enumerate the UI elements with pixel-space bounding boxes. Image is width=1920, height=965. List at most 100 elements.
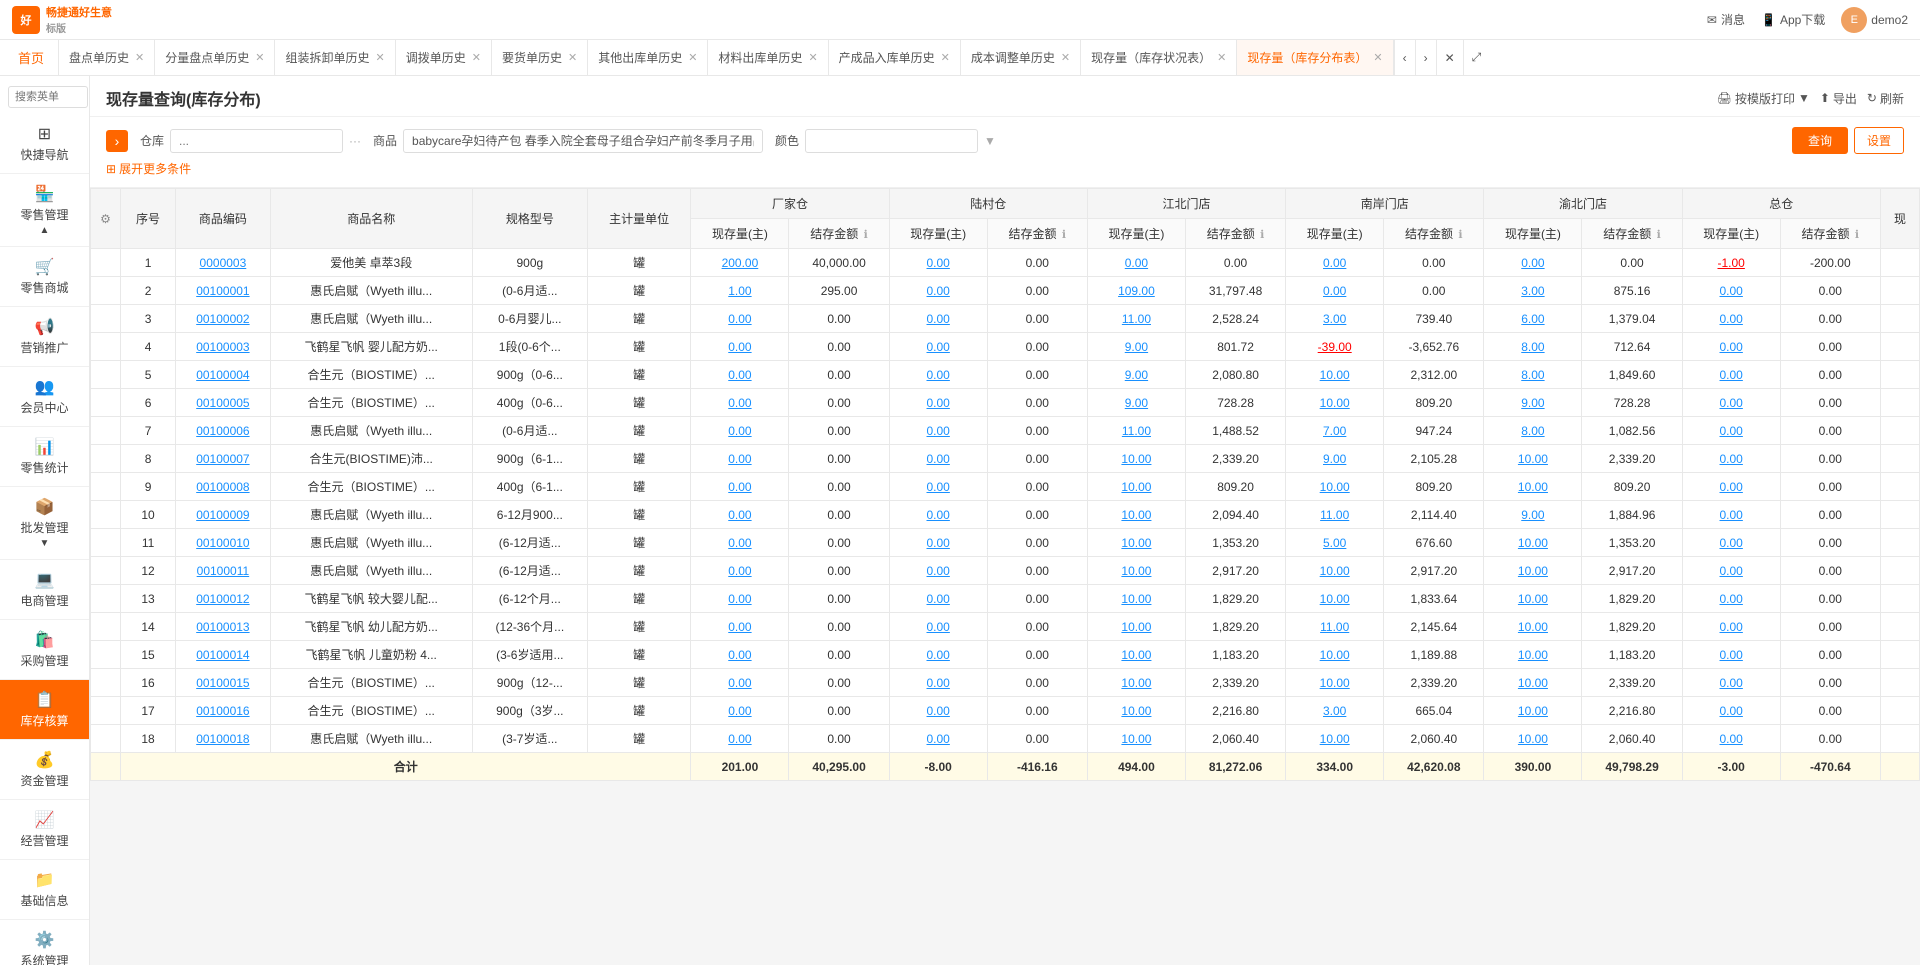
- tab-close-8[interactable]: ✕: [1061, 51, 1070, 64]
- message-btn[interactable]: ✉ 消息: [1707, 11, 1745, 28]
- tab-pandian[interactable]: 盘点单历史 ✕: [59, 40, 155, 76]
- tab-home[interactable]: 首页: [4, 40, 59, 76]
- row-c5-amt: 2,339.20: [1582, 669, 1682, 697]
- row-c4-qty: 10.00: [1286, 473, 1384, 501]
- row-code: 00100010: [176, 529, 271, 557]
- sidebar-item-tongji[interactable]: 📊 零售统计: [0, 427, 89, 487]
- row-settings: [91, 361, 121, 389]
- app-download-btn[interactable]: 📱 App下载: [1761, 11, 1825, 28]
- gear-icon[interactable]: ⚙: [100, 212, 111, 226]
- color-input[interactable]: [805, 129, 978, 153]
- row-c5-amt: 809.20: [1582, 473, 1682, 501]
- row-index: 15: [121, 641, 176, 669]
- row-c5-qty: 3.00: [1484, 277, 1582, 305]
- row-c4-amt: 2,339.20: [1384, 669, 1484, 697]
- sidebar-item-shangcheng[interactable]: 🛒 零售商城: [0, 247, 89, 307]
- expand-conditions-btn[interactable]: ⊞ 展开更多条件: [106, 160, 191, 177]
- row-c1-amt: 0.00: [789, 333, 889, 361]
- warehouse-label: 仓库: [140, 132, 164, 149]
- tab-close-2[interactable]: ✕: [376, 51, 385, 64]
- tab-close-3[interactable]: ✕: [472, 51, 481, 64]
- row-c2-amt: 0.00: [987, 277, 1087, 305]
- row-c3-qty: 11.00: [1087, 417, 1185, 445]
- row-spec: (12-36个月...: [472, 613, 587, 641]
- tab-diaobo[interactable]: 调拨单历史 ✕: [396, 40, 492, 76]
- c3-amt-info[interactable]: ℹ: [1260, 229, 1264, 241]
- tab-yaohuo[interactable]: 要货单历史 ✕: [492, 40, 588, 76]
- query-button[interactable]: 查询: [1792, 127, 1848, 154]
- tab-close-6[interactable]: ✕: [808, 51, 817, 64]
- row-spec: (0-6月适...: [472, 277, 587, 305]
- print-btn[interactable]: 🖨 按模版打印 ▼: [1717, 90, 1810, 107]
- setting-button[interactable]: 设置: [1854, 127, 1904, 154]
- tab-close-9[interactable]: ✕: [1217, 51, 1226, 64]
- tab-qita-chuku[interactable]: 其他出库单历史 ✕: [588, 40, 708, 76]
- tab-xiancunliang-fenbu[interactable]: 现存量（库存分布表） ✕: [1237, 40, 1393, 76]
- sidebar-item-kucun[interactable]: 📋 库存核算: [0, 680, 89, 740]
- c2-amt-info[interactable]: ℹ: [1062, 229, 1066, 241]
- row-t-qty: 0.00: [1682, 529, 1780, 557]
- tab-expand-btn[interactable]: ⤢: [1463, 40, 1490, 76]
- tab-close-all-btn[interactable]: ✕: [1436, 40, 1463, 76]
- row-name: 飞鹤星飞帆 儿童奶粉 4...: [270, 641, 472, 669]
- lingshou-icon: 🏪: [35, 184, 55, 204]
- t-amt-info[interactable]: ℹ: [1855, 229, 1859, 241]
- tab-cailiao-chuku[interactable]: 材料出库单历史 ✕: [708, 40, 828, 76]
- goods-input[interactable]: [403, 129, 763, 153]
- user-area[interactable]: E demo2: [1841, 7, 1908, 33]
- tab-close-0[interactable]: ✕: [135, 51, 144, 64]
- sidebar-item-caigou[interactable]: 🛍️ 采购管理: [0, 620, 89, 680]
- row-t-amt: 0.00: [1780, 641, 1880, 669]
- tab-xiancunliang-kuang[interactable]: 现存量（库存状况表） ✕: [1081, 40, 1237, 76]
- sidebar-item-zijin[interactable]: 💰 资金管理: [0, 740, 89, 800]
- refresh-btn[interactable]: ↻ 刷新: [1867, 90, 1904, 107]
- row-c4-qty: 10.00: [1286, 669, 1384, 697]
- page-title-bar: 现存量查询(库存分布) 🖨 按模版打印 ▼ ⬆ 导出 ↻ 刷新: [90, 76, 1920, 117]
- tab-prev-btn[interactable]: ‹: [1394, 40, 1415, 76]
- sidebar-item-lingshou[interactable]: 🏪 零售管理 ▲: [0, 174, 89, 247]
- row-c3-amt: 1,353.20: [1185, 529, 1285, 557]
- export-icon: ⬆: [1820, 91, 1830, 105]
- c4-amt-info[interactable]: ℹ: [1458, 229, 1462, 241]
- c1-amt-info[interactable]: ℹ: [864, 229, 868, 241]
- filter-collapse-btn[interactable]: ›: [106, 130, 128, 152]
- row-t-qty: -1.00: [1682, 249, 1780, 277]
- table-row: 8 00100007 合生元(BIOSTIME)沛... 900g（6-1...…: [91, 445, 1920, 473]
- tab-fenliang[interactable]: 分量盘点单历史 ✕: [155, 40, 275, 76]
- tab-close-5[interactable]: ✕: [688, 51, 697, 64]
- sidebar-item-kuaijie[interactable]: ⊞ 快捷导航: [0, 114, 89, 174]
- tab-close-7[interactable]: ✕: [941, 51, 950, 64]
- sidebar-item-huiyuan[interactable]: 👥 会员中心: [0, 367, 89, 427]
- row-extra: [1880, 389, 1919, 417]
- xitong-icon: ⚙️: [35, 930, 55, 950]
- sidebar-item-yingxiao[interactable]: 📢 营销推广: [0, 307, 89, 367]
- sidebar-item-dianshang[interactable]: 💻 电商管理: [0, 560, 89, 620]
- warehouse-input[interactable]: [170, 129, 343, 153]
- row-c2-amt: 0.00: [987, 417, 1087, 445]
- tab-zuzhuang[interactable]: 组装拆卸单历史 ✕: [275, 40, 395, 76]
- row-unit: 罐: [587, 305, 690, 333]
- sidebar-item-jingying[interactable]: 📈 经营管理: [0, 800, 89, 860]
- tab-close-1[interactable]: ✕: [255, 51, 264, 64]
- row-c5-qty: 9.00: [1484, 501, 1582, 529]
- color-dropdown-icon[interactable]: ▼: [984, 134, 996, 148]
- sidebar-item-jichu[interactable]: 📁 基础信息: [0, 860, 89, 920]
- sidebar-item-xitong[interactable]: ⚙️ 系统管理: [0, 920, 89, 965]
- page-title: 现存量查询(库存分布): [106, 86, 261, 110]
- row-c3-amt: 0.00: [1185, 249, 1285, 277]
- tab-close-10[interactable]: ✕: [1373, 51, 1382, 64]
- th-settings: ⚙: [91, 189, 121, 249]
- row-c1-amt: 0.00: [789, 361, 889, 389]
- c5-amt-info[interactable]: ℹ: [1657, 229, 1661, 241]
- tab-chengben[interactable]: 成本调整单历史 ✕: [961, 40, 1081, 76]
- search-input[interactable]: [8, 86, 88, 108]
- tab-close-4[interactable]: ✕: [568, 51, 577, 64]
- row-index: 5: [121, 361, 176, 389]
- tab-next-btn[interactable]: ›: [1415, 40, 1436, 76]
- table-row: 2 00100001 惠氏启赋（Wyeth illu... (0-6月适... …: [91, 277, 1920, 305]
- row-name: 合生元(BIOSTIME)沛...: [270, 445, 472, 473]
- row-c5-qty: 10.00: [1484, 445, 1582, 473]
- sidebar-item-pifa[interactable]: 📦 批发管理 ▼: [0, 487, 89, 560]
- export-btn[interactable]: ⬆ 导出: [1820, 90, 1857, 107]
- tab-chancheng-ruku[interactable]: 产成品入库单历史 ✕: [829, 40, 961, 76]
